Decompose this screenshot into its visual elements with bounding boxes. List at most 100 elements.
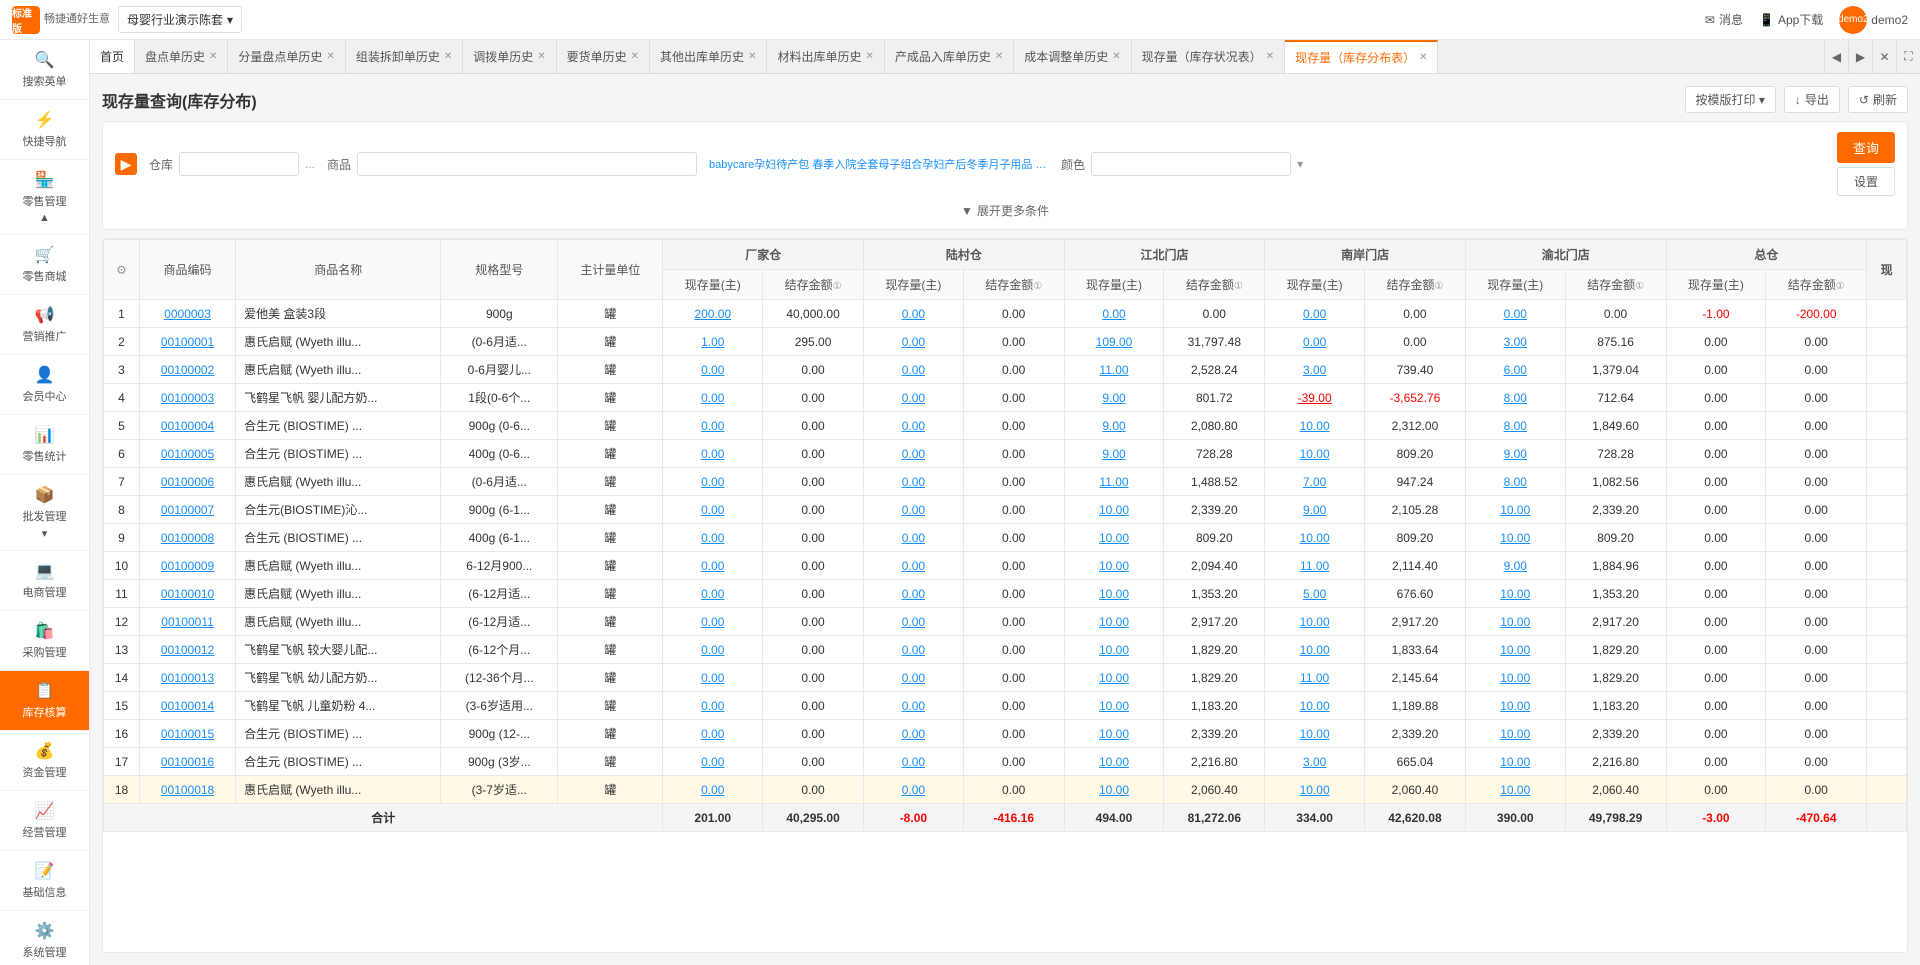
sidebar-item-operation[interactable]: 📈 经营管理 xyxy=(0,791,89,851)
user-item[interactable]: demo2 demo2 xyxy=(1839,6,1908,34)
tab-prev-button[interactable]: ◀ xyxy=(1824,40,1848,74)
tab-stock-check[interactable]: 盘点单历史 ✕ xyxy=(135,40,228,74)
cell-idx: 18 xyxy=(104,776,140,804)
search-actions: 查询 设置 xyxy=(1837,132,1895,196)
cell-jb-amt: 2,339.20 xyxy=(1164,720,1265,748)
tab-next-button[interactable]: ▶ xyxy=(1848,40,1872,74)
close-icon[interactable]: ✕ xyxy=(865,51,873,62)
sidebar-item-purchase[interactable]: 🛍️ 采购管理 xyxy=(0,611,89,671)
sidebar-item-search[interactable]: 🔍 搜索英单 xyxy=(0,40,89,100)
tab-other-out[interactable]: 其他出库单历史 ✕ xyxy=(650,40,767,74)
tab-transfer[interactable]: 调拨单历史 ✕ xyxy=(463,40,556,74)
sidebar-label-wholesale: 批发管理 xyxy=(23,508,67,524)
cell-cf-qty: 0.00 xyxy=(663,552,763,580)
goods-field: 商品 xyxy=(327,152,697,176)
close-icon[interactable]: ✕ xyxy=(326,51,334,62)
app-download-item[interactable]: 📱 App下载 xyxy=(1759,11,1823,28)
tab-stock-status[interactable]: 现存量（库存状况表） ✕ xyxy=(1132,40,1285,74)
close-icon[interactable]: ✕ xyxy=(631,51,639,62)
settings-button[interactable]: 设置 xyxy=(1837,167,1895,196)
close-icon[interactable]: ✕ xyxy=(995,51,1003,62)
col-group-cf: 厂家仓 xyxy=(663,240,864,270)
export-button[interactable]: ↓ 导出 xyxy=(1784,86,1840,113)
expand-conditions[interactable]: ▼ 展开更多条件 xyxy=(115,202,1895,219)
tab-close-button[interactable]: ✕ xyxy=(1872,40,1896,74)
info-icon[interactable]: ① xyxy=(1033,281,1042,292)
sidebar-item-retail-stats[interactable]: 📊 零售统计 xyxy=(0,415,89,475)
table-row: 7 00100006 惠氏启赋 (Wyeth illu... (0-6月适...… xyxy=(104,468,1907,496)
col-lc-qty: 现存量(主) xyxy=(864,270,964,300)
cell-spec: 900g (0-6... xyxy=(441,412,558,440)
col-group-yb: 渝北门店 xyxy=(1465,240,1666,270)
cell-lc-amt: 0.00 xyxy=(963,300,1064,328)
tab-home[interactable]: 首页 xyxy=(90,40,135,74)
info-icon[interactable]: ① xyxy=(1234,281,1243,292)
col-settings[interactable]: ⚙ xyxy=(104,240,140,300)
close-icon[interactable]: ✕ xyxy=(209,51,217,62)
info-icon[interactable]: ① xyxy=(1635,281,1644,292)
sidebar-item-retail-store[interactable]: 🛒 零售商城 xyxy=(0,235,89,295)
close-icon[interactable]: ✕ xyxy=(748,51,756,62)
message-icon: ✉ xyxy=(1705,13,1715,27)
sidebar-item-wholesale[interactable]: 📦 批发管理 ▾ xyxy=(0,475,89,551)
sidebar-item-basic[interactable]: 📝 基础信息 xyxy=(0,851,89,911)
logo-area: 标准版 畅捷通好生意 xyxy=(12,6,110,34)
cell-idx: 4 xyxy=(104,384,140,412)
close-icon[interactable]: ✕ xyxy=(444,51,452,62)
message-item[interactable]: ✉ 消息 xyxy=(1705,11,1743,28)
search-expand-button[interactable]: ▶ xyxy=(115,153,137,175)
close-icon[interactable]: ✕ xyxy=(537,51,545,62)
cell-na-amt: 0.00 xyxy=(1364,328,1465,356)
refresh-button[interactable]: ↺ 刷新 xyxy=(1848,86,1908,113)
sidebar-item-member[interactable]: 👤 会员中心 xyxy=(0,355,89,415)
cell-yb-amt: 1,183.20 xyxy=(1565,692,1666,720)
cell-total-amt: 0.00 xyxy=(1766,384,1867,412)
sidebar-item-quick-nav[interactable]: ⚡ 快捷导航 xyxy=(0,100,89,160)
cell-lc-qty: 0.00 xyxy=(864,636,964,664)
info-icon[interactable]: ① xyxy=(833,281,842,292)
close-icon[interactable]: ✕ xyxy=(1266,51,1274,62)
tab-combo[interactable]: 组装拆卸单历史 ✕ xyxy=(346,40,463,74)
retail-store-icon: 🛒 xyxy=(35,245,55,265)
goods-input[interactable] xyxy=(357,152,697,176)
col-cf-qty: 现存量(主) xyxy=(663,270,763,300)
query-button[interactable]: 查询 xyxy=(1837,132,1895,163)
cell-jb-amt: 0.00 xyxy=(1164,300,1265,328)
cell-yb-amt: 1,849.60 xyxy=(1565,412,1666,440)
tab-stock-check2[interactable]: 分量盘点单历史 ✕ xyxy=(228,40,345,74)
close-icon[interactable]: ✕ xyxy=(1112,51,1120,62)
sidebar-item-finance[interactable]: 💰 资金管理 xyxy=(0,731,89,791)
cell-lc-amt: 0.00 xyxy=(963,636,1064,664)
total-yb-amt: 49,798.29 xyxy=(1565,804,1666,832)
cell-na-amt: 2,060.40 xyxy=(1364,776,1465,804)
info-icon[interactable]: ① xyxy=(1836,281,1845,292)
cell-cf-amt: 295.00 xyxy=(763,328,864,356)
sidebar-item-system[interactable]: ⚙️ 系统管理 xyxy=(0,911,89,965)
tab-requisition[interactable]: 要货单历史 ✕ xyxy=(557,40,650,74)
sidebar-item-retail[interactable]: 🏪 零售管理 ▲ xyxy=(0,160,89,235)
warehouse-input[interactable] xyxy=(179,152,299,176)
tab-material-out[interactable]: 材料出库单历史 ✕ xyxy=(767,40,884,74)
tab-stock-dist[interactable]: 现存量（库存分布表） ✕ xyxy=(1285,40,1438,74)
tab-product-in[interactable]: 产成品入库单历史 ✕ xyxy=(885,40,1014,74)
sidebar-label-operation: 经营管理 xyxy=(23,824,67,840)
tab-expand-button[interactable]: ⛶ xyxy=(1896,40,1920,74)
col-na-amt: 结存金额① xyxy=(1364,270,1465,300)
cell-yb-qty: 10.00 xyxy=(1465,776,1565,804)
cell-lc-qty: 0.00 xyxy=(864,776,964,804)
info-icon[interactable]: ① xyxy=(1434,281,1443,292)
cell-total-amt: 0.00 xyxy=(1766,636,1867,664)
sidebar-item-stock-mgmt[interactable]: 📋 库存核算 xyxy=(0,671,89,731)
sidebar-item-marketing[interactable]: 📢 营销推广 xyxy=(0,295,89,355)
tab-cost-adjust[interactable]: 成本调整单历史 ✕ xyxy=(1014,40,1131,74)
cell-spec: 400g (0-6... xyxy=(441,440,558,468)
cell-code: 00100013 xyxy=(140,664,236,692)
sidebar-label-finance: 资金管理 xyxy=(23,764,67,780)
sidebar-item-ecommerce[interactable]: 💻 电商管理 xyxy=(0,551,89,611)
print-button[interactable]: 按模版打印 ▾ xyxy=(1685,86,1776,113)
close-icon[interactable]: ✕ xyxy=(1419,52,1427,63)
cell-cf-qty: 0.00 xyxy=(663,524,763,552)
cell-total-amt: 0.00 xyxy=(1766,692,1867,720)
color-input[interactable] xyxy=(1091,152,1291,176)
store-selector[interactable]: 母婴行业演示陈套 ▾ xyxy=(118,6,242,33)
